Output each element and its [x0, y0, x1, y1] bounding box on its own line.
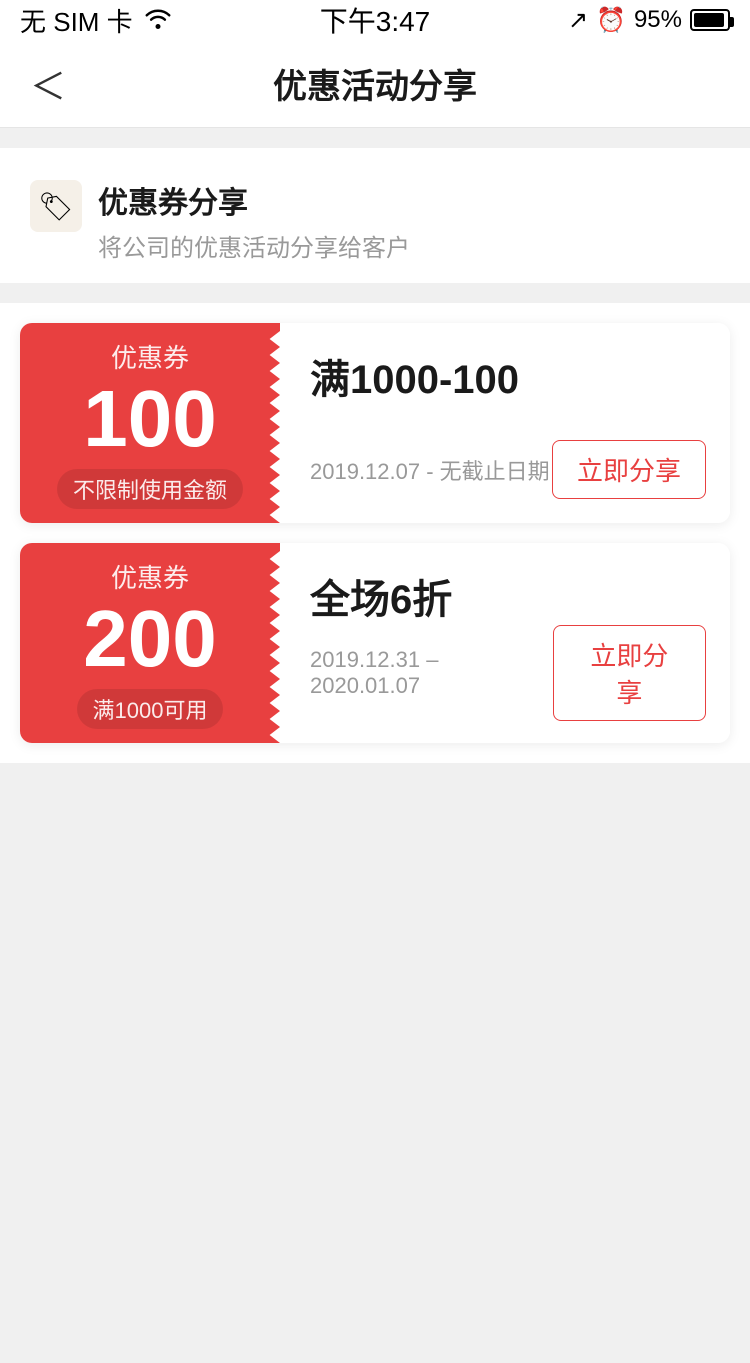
- coupon-label-1: 优惠券: [111, 338, 189, 375]
- status-bar: 无 SIM 卡 下午3:47 ↗ ⏰ 95%: [0, 0, 750, 40]
- coupon-bottom-2: 2019.12.31 – 2020.01.07 立即分享: [310, 625, 706, 721]
- coupon-condition-1: 不限制使用金额: [57, 469, 243, 509]
- coupon-amount-1: 100: [83, 379, 216, 459]
- status-right: ↗ ⏰ 95%: [568, 6, 730, 35]
- status-time: 下午3:47: [320, 0, 431, 40]
- share-button-2[interactable]: 立即分享: [553, 625, 706, 721]
- wifi-icon: [143, 5, 173, 36]
- status-left: 无 SIM 卡: [20, 2, 173, 39]
- coupon-right-1: 满1000-100 2019.12.07 - 无截止日期 立即分享: [280, 323, 730, 523]
- coupon-card-2: 优惠券 200 满1000可用 全场6折 2019.12.31 – 2020.0…: [20, 543, 730, 743]
- coupon-date-2: 2019.12.31 – 2020.01.07: [310, 647, 553, 699]
- coupon-name-1: 满1000-100: [310, 347, 706, 405]
- coupon-condition-2: 满1000可用: [77, 689, 224, 729]
- coupon-left-1: 优惠券 100 不限制使用金额: [20, 323, 280, 523]
- battery-icon: [690, 9, 730, 31]
- nav-bar: ＜ 优惠活动分享: [0, 40, 750, 128]
- alarm-icon: ⏰: [596, 6, 626, 35]
- coupon-date-1: 2019.12.07 - 无截止日期: [310, 454, 550, 486]
- page-background: [0, 763, 750, 1363]
- section-subtitle: 将公司的优惠活动分享给客户: [98, 228, 410, 263]
- coupon-label-2: 优惠券: [111, 558, 189, 595]
- coupon-name-2: 全场6折: [310, 567, 706, 625]
- coupon-card-1: 优惠券 100 不限制使用金额 满1000-100 2019.12.07 - 无…: [20, 323, 730, 523]
- nav-title: 优惠活动分享: [273, 59, 477, 108]
- section-text: 优惠券分享 将公司的优惠活动分享给客户: [98, 178, 410, 263]
- section-title: 优惠券分享: [98, 178, 410, 222]
- coupon-bottom-1: 2019.12.07 - 无截止日期 立即分享: [310, 440, 706, 499]
- coupon-icon: 🏷: [38, 190, 74, 223]
- carrier-text: 无 SIM 卡: [20, 2, 133, 39]
- back-button[interactable]: ＜: [30, 58, 66, 110]
- location-icon: ↗: [568, 6, 588, 35]
- coupon-list: 优惠券 100 不限制使用金额 满1000-100 2019.12.07 - 无…: [0, 303, 750, 763]
- coupon-right-2: 全场6折 2019.12.31 – 2020.01.07 立即分享: [280, 543, 730, 743]
- coupon-amount-2: 200: [83, 599, 216, 679]
- section-icon: 🏷: [30, 180, 82, 232]
- battery-text: 95%: [634, 6, 682, 34]
- share-button-1[interactable]: 立即分享: [552, 440, 706, 499]
- section-header: 🏷 优惠券分享 将公司的优惠活动分享给客户: [0, 148, 750, 283]
- coupon-left-2: 优惠券 200 满1000可用: [20, 543, 280, 743]
